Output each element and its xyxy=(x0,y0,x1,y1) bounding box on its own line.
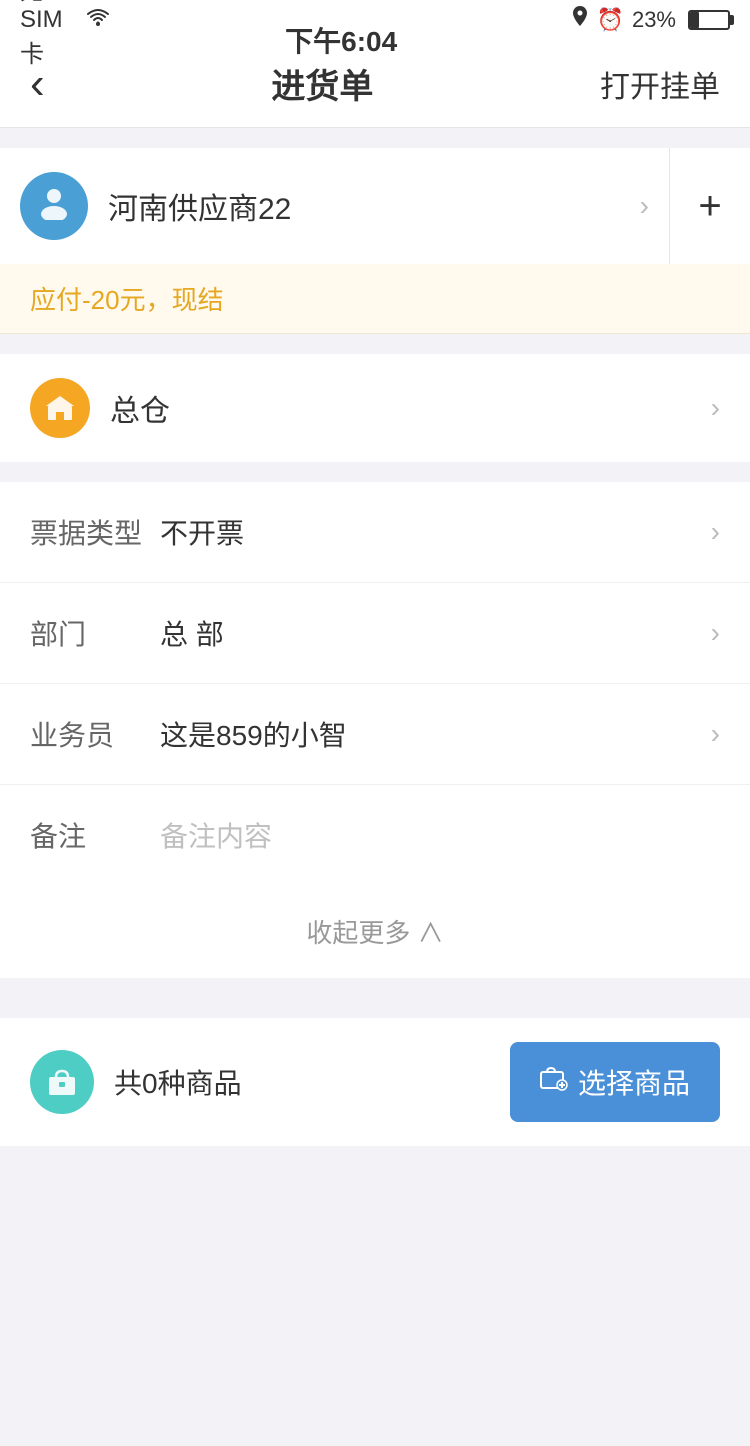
select-product-button[interactable]: 选择商品 xyxy=(510,1042,720,1122)
salesperson-row[interactable]: 业务员 这是859的小智 › xyxy=(0,684,750,785)
battery-percentage: 23% xyxy=(632,7,676,33)
back-button[interactable]: ‹ xyxy=(30,59,45,109)
remark-label: 备注 xyxy=(30,815,150,855)
section-gap-bottom xyxy=(0,978,750,998)
collapse-label: 收起更多 ∧ xyxy=(306,913,443,950)
status-time: 下午6:04 xyxy=(285,20,397,60)
warehouse-icon xyxy=(30,378,90,438)
status-bar: 无 SIM 卡 下午6:04 ⏰ 23% xyxy=(0,0,750,40)
location-icon xyxy=(571,6,589,34)
select-product-icon xyxy=(540,1066,568,1098)
warehouse-chevron-icon: › xyxy=(711,392,720,424)
section-gap-mid xyxy=(0,334,750,354)
page-title: 进货单 xyxy=(271,59,373,108)
section-gap-warehouse xyxy=(0,462,750,482)
invoice-type-label: 票据类型 xyxy=(30,512,150,552)
status-right: ⏰ 23% xyxy=(571,6,730,34)
notice-bar: 应付-20元，现结 xyxy=(0,264,750,334)
supplier-avatar-icon xyxy=(35,182,73,230)
department-label: 部门 xyxy=(30,613,150,653)
department-value: 总 部 xyxy=(160,613,701,653)
product-icon xyxy=(30,1050,94,1114)
supplier-chevron-icon: › xyxy=(640,190,649,222)
alarm-icon: ⏰ xyxy=(597,7,624,33)
salesperson-value: 这是859的小智 xyxy=(160,714,701,754)
form-fields: 票据类型 不开票 › 部门 总 部 › 业务员 这是859的小智 › 备注 备注… xyxy=(0,482,750,885)
battery-icon xyxy=(688,10,730,30)
salesperson-label: 业务员 xyxy=(30,714,150,754)
supplier-avatar xyxy=(20,172,88,240)
salesperson-chevron-icon: › xyxy=(711,718,720,750)
notice-text: 应付-20元，现结 xyxy=(30,285,224,315)
wifi-icon xyxy=(84,6,112,34)
invoice-type-value: 不开票 xyxy=(160,512,701,552)
carrier-label: 无 SIM 卡 xyxy=(20,0,74,69)
remark-row[interactable]: 备注 备注内容 xyxy=(0,785,750,885)
product-count-label: 共0种商品 xyxy=(114,1062,510,1102)
open-pending-button[interactable]: 打开挂单 xyxy=(600,62,720,106)
department-row[interactable]: 部门 总 部 › xyxy=(0,583,750,684)
section-gap-top xyxy=(0,128,750,148)
select-product-label: 选择商品 xyxy=(578,1062,690,1102)
invoice-type-row[interactable]: 票据类型 不开票 › xyxy=(0,482,750,583)
warehouse-row[interactable]: 总仓 › xyxy=(0,354,750,462)
product-bar: 共0种商品 选择商品 xyxy=(0,1018,750,1146)
supplier-section: 河南供应商22 › + xyxy=(0,148,750,264)
invoice-chevron-icon: › xyxy=(711,516,720,548)
add-supplier-button[interactable]: + xyxy=(670,148,750,264)
warehouse-name: 总仓 xyxy=(110,386,701,430)
page-background xyxy=(0,1146,750,1446)
department-chevron-icon: › xyxy=(711,617,720,649)
collapse-bar[interactable]: 收起更多 ∧ xyxy=(0,885,750,978)
supplier-selector[interactable]: 河南供应商22 › xyxy=(0,148,670,264)
supplier-name: 河南供应商22 xyxy=(108,184,630,228)
remark-input[interactable]: 备注内容 xyxy=(160,815,720,855)
